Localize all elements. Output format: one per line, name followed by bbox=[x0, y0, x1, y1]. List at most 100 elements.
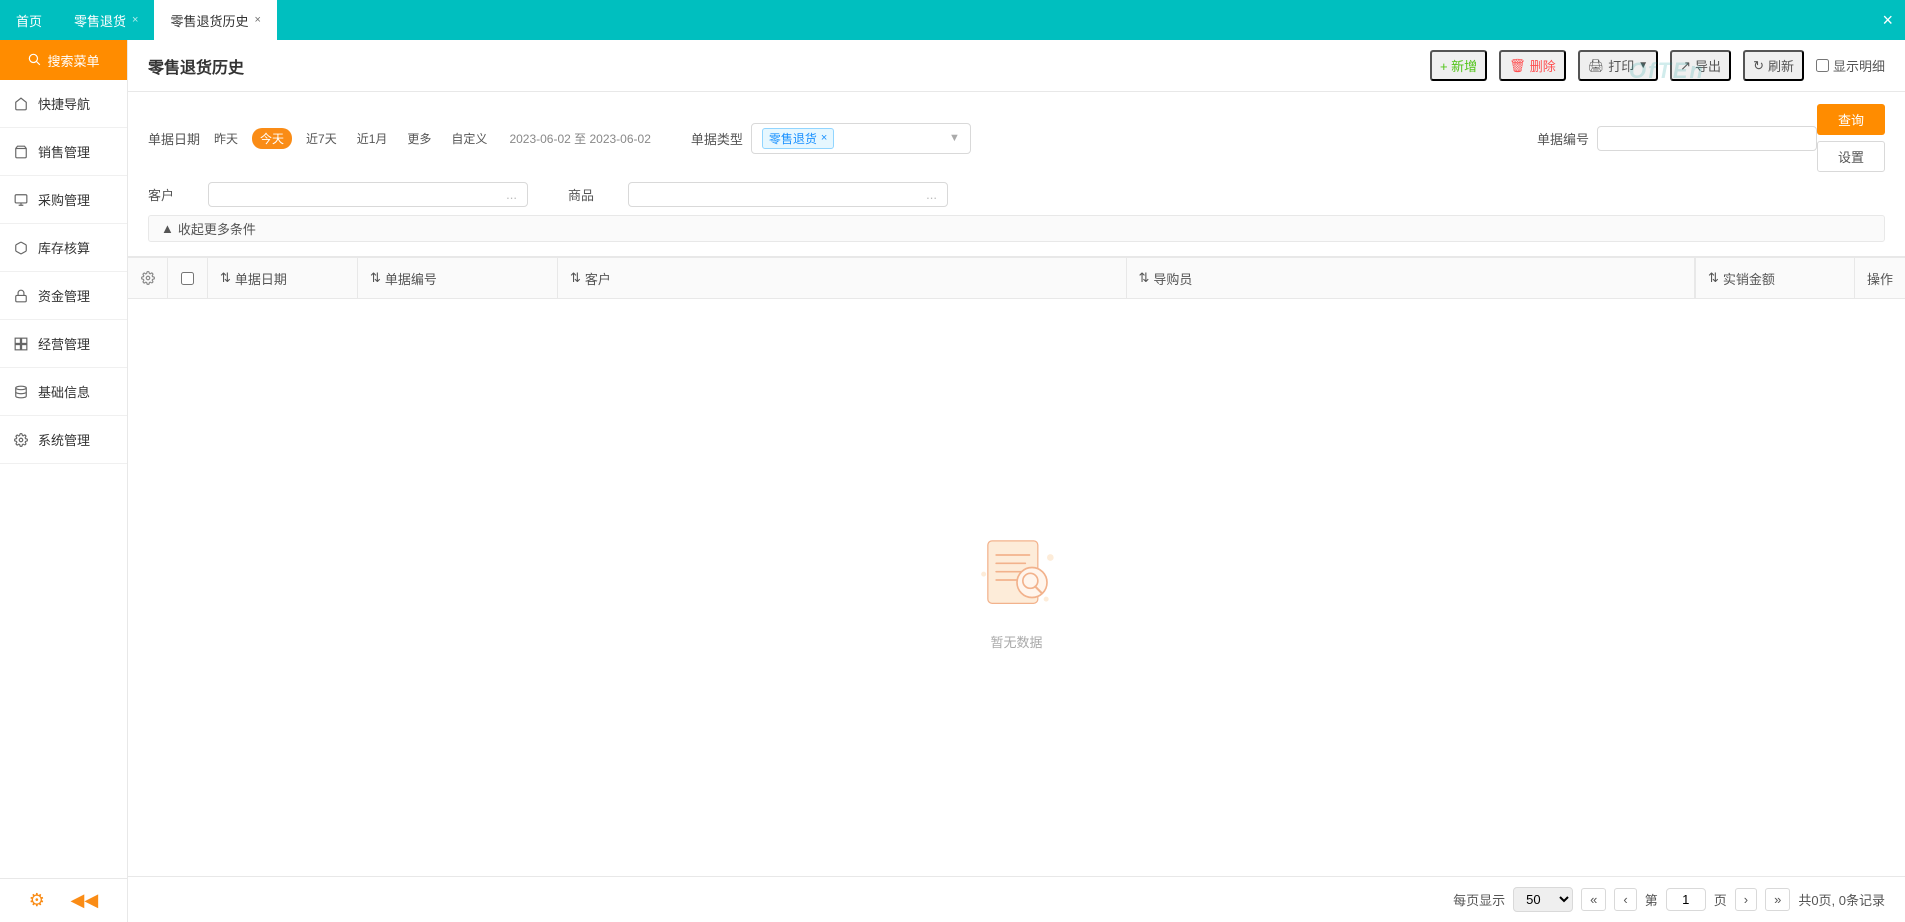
first-page-button[interactable]: « bbox=[1581, 888, 1606, 911]
export-icon: ↗ bbox=[1680, 58, 1691, 74]
filter-number-label: 单据编号 bbox=[1537, 129, 1597, 148]
print-icon: 🖨 bbox=[1588, 58, 1605, 74]
tab-retail-return[interactable]: 零售退货 × bbox=[58, 0, 154, 40]
date-btn-yesterday[interactable]: 昨天 bbox=[208, 128, 244, 149]
window-close-button[interactable]: × bbox=[1882, 10, 1893, 31]
filter-type-tag-close[interactable]: × bbox=[821, 132, 827, 144]
sidebar-item-quick-nav[interactable]: 快捷导航 bbox=[0, 80, 127, 128]
sidebar-item-finance-mgmt[interactable]: 资金管理 bbox=[0, 272, 127, 320]
sidebar-item-operation-label: 经营管理 bbox=[38, 334, 90, 353]
page-header: 零售退货历史 + 新增 🗑 删除 🖨 打印 ▼ ↗ 导出 ↻ bbox=[128, 40, 1905, 92]
refresh-icon: ↻ bbox=[1753, 58, 1764, 74]
filter-date-buttons: 昨天 今天 近7天 近1月 更多 自定义 2023-06-02 至 2023-0… bbox=[208, 128, 651, 149]
tab-home[interactable]: 首页 bbox=[0, 0, 58, 40]
th-checkbox[interactable] bbox=[168, 258, 208, 298]
sidebar-item-operation-mgmt[interactable]: 经营管理 bbox=[0, 320, 127, 368]
content-area: 零售退货历史 + 新增 🗑 删除 🖨 打印 ▼ ↗ 导出 ↻ bbox=[128, 40, 1905, 922]
filter-row-2: 客户 ... 商品 ... bbox=[148, 182, 1885, 207]
date-btn-1month[interactable]: 近1月 bbox=[351, 128, 394, 149]
sidebar-item-system-mgmt[interactable]: 系统管理 bbox=[0, 416, 127, 464]
th-actions: 操作 bbox=[1855, 258, 1905, 298]
th-actions-label: 操作 bbox=[1867, 269, 1893, 288]
pagination-total-info: 共0页, 0条记录 bbox=[1798, 890, 1885, 909]
show-detail-checkbox-label[interactable]: 显示明细 bbox=[1816, 56, 1885, 75]
sidebar-item-finance-label: 资金管理 bbox=[38, 286, 90, 305]
show-detail-checkbox[interactable] bbox=[1816, 59, 1829, 72]
sidebar-item-base-info[interactable]: 基础信息 bbox=[0, 368, 127, 416]
delete-button[interactable]: 🗑 删除 bbox=[1499, 50, 1566, 81]
date-btn-custom[interactable]: 自定义 bbox=[445, 128, 493, 149]
date-btn-7days[interactable]: 近7天 bbox=[300, 128, 343, 149]
last-page-button[interactable]: » bbox=[1765, 888, 1790, 911]
print-button[interactable]: 🖨 打印 ▼ bbox=[1578, 50, 1658, 81]
base-icon bbox=[12, 383, 30, 401]
sidebar-item-quick-nav-label: 快捷导航 bbox=[38, 94, 90, 113]
refresh-button[interactable]: ↻ 刷新 bbox=[1743, 50, 1804, 81]
next-page-button[interactable]: › bbox=[1735, 888, 1757, 911]
sidebar-item-purchase-label: 采购管理 bbox=[38, 190, 90, 209]
collapse-label: 收起更多条件 bbox=[178, 219, 256, 238]
th-number[interactable]: ⇅ 单据编号 bbox=[358, 258, 558, 298]
print-dropdown-icon: ▼ bbox=[1638, 60, 1648, 71]
volume-icon[interactable]: ◀◀ bbox=[71, 890, 99, 911]
filter-customer-dots: ... bbox=[506, 187, 517, 202]
sort-customer-icon: ⇅ bbox=[570, 270, 581, 286]
filter-customer-input[interactable]: ... bbox=[208, 182, 528, 207]
filter-goods-input[interactable]: ... bbox=[628, 182, 948, 207]
top-bar: 首页 零售退货 × 零售退货历史 × × bbox=[0, 0, 1905, 40]
filter-type-tag: 零售退货 × bbox=[762, 128, 834, 149]
filter-number-section: 单据编号 bbox=[1537, 126, 1817, 151]
page-size-label: 每页显示 bbox=[1453, 890, 1505, 909]
settings-icon[interactable]: ⚙ bbox=[29, 890, 45, 911]
purchase-icon bbox=[12, 191, 30, 209]
sort-guide-icon: ⇅ bbox=[1139, 270, 1150, 286]
filter-type-select[interactable]: 零售退货 × ▼ bbox=[751, 123, 971, 154]
tab-retail-return-history[interactable]: 零售退货历史 × bbox=[154, 0, 276, 40]
tab-retail-return-history-close[interactable]: × bbox=[254, 14, 260, 26]
filter-number-input[interactable] bbox=[1597, 126, 1817, 151]
date-btn-today[interactable]: 今天 bbox=[252, 128, 292, 149]
page-number-input[interactable] bbox=[1666, 888, 1706, 911]
th-date[interactable]: ⇅ 单据日期 bbox=[208, 258, 358, 298]
tab-list: 首页 零售退货 × 零售退货历史 × bbox=[0, 0, 1882, 40]
th-amount[interactable]: ⇅ 实销金额 bbox=[1695, 258, 1855, 298]
filter-type-tag-text: 零售退货 bbox=[769, 130, 817, 147]
prev-page-button[interactable]: ‹ bbox=[1614, 888, 1636, 911]
th-customer[interactable]: ⇅ 客户 bbox=[558, 258, 1127, 298]
page-size-select[interactable]: 50 10 20 100 bbox=[1513, 887, 1573, 912]
sidebar-item-sales-mgmt[interactable]: 销售管理 bbox=[0, 128, 127, 176]
settings-button[interactable]: 设置 bbox=[1817, 141, 1885, 172]
toolbar: + 新增 🗑 删除 🖨 打印 ▼ ↗ 导出 ↻ 刷新 bbox=[1430, 50, 1885, 81]
sidebar-item-inventory[interactable]: 库存核算 bbox=[0, 224, 127, 272]
table-area: ⇅ 单据日期 ⇅ 单据编号 ⇅ 客户 ⇅ 导购员 ⇅ 实销金额 bbox=[128, 257, 1905, 876]
sidebar-item-sales-label: 销售管理 bbox=[38, 142, 90, 161]
th-customer-label: 客户 bbox=[585, 269, 611, 288]
select-all-checkbox[interactable] bbox=[181, 272, 194, 285]
filter-type-label: 单据类型 bbox=[691, 129, 751, 148]
th-date-label: 单据日期 bbox=[235, 269, 287, 288]
system-icon bbox=[12, 431, 30, 449]
sidebar-menu: 快捷导航 销售管理 采购管理 库存核算 bbox=[0, 80, 127, 878]
table-body: 暂无数据 bbox=[128, 299, 1905, 876]
finance-icon bbox=[12, 287, 30, 305]
collapse-button[interactable]: ▲ 收起更多条件 bbox=[148, 215, 1885, 242]
sort-date-icon: ⇅ bbox=[220, 270, 231, 286]
th-guide[interactable]: ⇅ 导购员 bbox=[1127, 258, 1696, 298]
table-header: ⇅ 单据日期 ⇅ 单据编号 ⇅ 客户 ⇅ 导购员 ⇅ 实销金额 bbox=[128, 257, 1905, 299]
filter-type-dropdown-icon: ▼ bbox=[949, 132, 960, 144]
tab-retail-return-close[interactable]: × bbox=[132, 14, 138, 26]
date-btn-more[interactable]: 更多 bbox=[401, 128, 437, 149]
th-amount-label: 实销金额 bbox=[1723, 269, 1775, 288]
add-button[interactable]: + 新增 bbox=[1430, 50, 1487, 81]
tab-home-label: 首页 bbox=[16, 11, 42, 30]
export-button[interactable]: ↗ 导出 bbox=[1670, 50, 1731, 81]
page-label-text: 第 bbox=[1645, 890, 1658, 909]
sidebar-item-purchase-mgmt[interactable]: 采购管理 bbox=[0, 176, 127, 224]
filter-area: 单据日期 昨天 今天 近7天 近1月 更多 自定义 2023-06-02 至 2… bbox=[128, 92, 1905, 257]
filter-actions: 查询 设置 bbox=[1817, 104, 1885, 172]
query-button[interactable]: 查询 bbox=[1817, 104, 1885, 135]
th-settings[interactable] bbox=[128, 258, 168, 298]
sidebar-search[interactable]: 搜索菜单 bbox=[0, 40, 127, 80]
tab-retail-return-history-label: 零售退货历史 bbox=[170, 11, 248, 30]
operation-icon bbox=[12, 335, 30, 353]
